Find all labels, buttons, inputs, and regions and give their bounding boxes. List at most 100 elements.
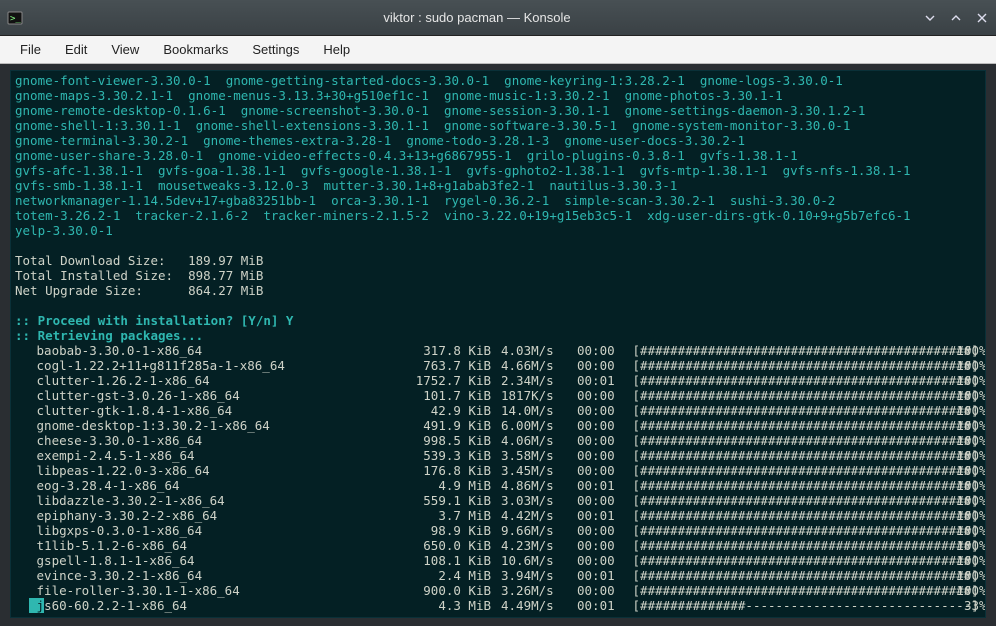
menu-file[interactable]: File (10, 38, 51, 61)
download-speed: 2.34M/s (491, 373, 577, 388)
terminal-output[interactable]: gnome-font-viewer-3.30.0-1 gnome-getting… (10, 70, 986, 618)
minimize-button[interactable] (922, 10, 938, 26)
download-time: 00:00 (577, 343, 625, 358)
menu-edit[interactable]: Edit (55, 38, 97, 61)
download-name: cheese-3.30.0-1-x86_64 (15, 433, 395, 448)
download-size: 3.7 MiB (395, 508, 491, 523)
download-progress-bar: [#######################################… (633, 463, 947, 478)
download-speed: 4.23M/s (491, 538, 577, 553)
download-time: 00:01 (577, 478, 625, 493)
package-list-line: gnome-maps-3.30.2.1-1 gnome-menus-3.13.3… (11, 88, 985, 103)
total-installed: Total Installed Size: 898.77 MiB (11, 268, 985, 283)
download-speed: 3.58M/s (491, 448, 577, 463)
window-title: viktor : sudo pacman — Konsole (32, 10, 922, 25)
download-percent: 100% (947, 448, 986, 463)
download-time: 00:00 (577, 523, 625, 538)
download-percent: 100% (947, 343, 986, 358)
package-list-line: gnome-font-viewer-3.30.0-1 gnome-getting… (11, 73, 985, 88)
download-name: evince-3.30.2-1-x86_64 (15, 568, 395, 583)
download-size: 176.8 KiB (395, 463, 491, 478)
menu-help[interactable]: Help (313, 38, 360, 61)
download-size: 491.9 KiB (395, 418, 491, 433)
download-row: gspell-1.8.1-1-x86_64108.1 KiB10.6M/s00:… (11, 553, 985, 568)
download-time: 00:00 (577, 583, 625, 598)
package-list-line: gvfs-smb-1.38.1-1 mousetweaks-3.12.0-3 m… (11, 178, 985, 193)
download-time: 00:00 (577, 403, 625, 418)
download-size: 900.0 KiB (395, 583, 491, 598)
download-percent: 100% (947, 388, 986, 403)
download-size: 763.7 KiB (395, 358, 491, 373)
download-time: 00:00 (577, 358, 625, 373)
download-name: libdazzle-3.30.2-1-x86_64 (15, 493, 395, 508)
menu-settings[interactable]: Settings (242, 38, 309, 61)
download-speed: 3.26M/s (491, 583, 577, 598)
download-row: file-roller-3.30.1-1-x86_64900.0 KiB3.26… (11, 583, 985, 598)
download-row: cogl-1.22.2+11+g811f285a-1-x86_64763.7 K… (11, 358, 985, 373)
terminal-app-icon: >_ (6, 9, 24, 27)
download-name: exempi-2.4.5-1-x86_64 (15, 448, 395, 463)
download-progress-bar: [#######################################… (633, 553, 947, 568)
download-progress-bar: [#######################################… (633, 388, 947, 403)
download-row: clutter-gst-3.0.26-1-x86_64101.7 KiB1817… (11, 388, 985, 403)
download-percent: 100% (947, 493, 986, 508)
download-progress-bar: [#######################################… (633, 448, 947, 463)
download-percent: 100% (947, 433, 986, 448)
maximize-button[interactable] (948, 10, 964, 26)
download-speed: 14.0M/s (491, 403, 577, 418)
download-size: 317.8 KiB (395, 343, 491, 358)
download-speed: 9.66M/s (491, 523, 577, 538)
download-progress-bar: [#######################################… (633, 568, 947, 583)
download-size: 998.5 KiB (395, 433, 491, 448)
download-row: t1lib-5.1.2-6-x86_64650.0 KiB4.23M/s00:0… (11, 538, 985, 553)
download-name: epiphany-3.30.2-2-x86_64 (15, 508, 395, 523)
download-speed: 3.94M/s (491, 568, 577, 583)
download-speed: 3.03M/s (491, 493, 577, 508)
download-speed: 1817K/s (491, 388, 577, 403)
download-row: baobab-3.30.0-1-x86_64317.8 KiB4.03M/s00… (11, 343, 985, 358)
menu-bookmarks[interactable]: Bookmarks (153, 38, 238, 61)
download-progress-bar: [#######################################… (633, 358, 947, 373)
menubar: File Edit View Bookmarks Settings Help (0, 36, 996, 64)
download-row: libgxps-0.3.0-1-x86_6498.9 KiB9.66M/s00:… (11, 523, 985, 538)
package-list-line: networkmanager-1.14.5dev+17+gba83251bb-1… (11, 193, 985, 208)
download-time: 00:00 (577, 418, 625, 433)
download-row: clutter-gtk-1.8.4-1-x86_6442.9 KiB14.0M/… (11, 403, 985, 418)
download-speed: 4.86M/s (491, 478, 577, 493)
download-time: 00:01 (577, 598, 625, 613)
download-time: 00:00 (577, 388, 625, 403)
download-size: 2.4 MiB (395, 568, 491, 583)
titlebar: >_ viktor : sudo pacman — Konsole (0, 0, 996, 36)
download-speed: 4.06M/s (491, 433, 577, 448)
download-size: 1752.7 KiB (395, 373, 491, 388)
close-button[interactable] (974, 10, 990, 26)
download-speed: 10.6M/s (491, 553, 577, 568)
download-progress-bar: [#######################################… (633, 373, 947, 388)
download-row: libpeas-1.22.0-3-x86_64176.8 KiB3.45M/s0… (11, 463, 985, 478)
package-list-line: gnome-user-share-3.28.0-1 gnome-video-ef… (11, 148, 985, 163)
download-percent: 100% (947, 418, 986, 433)
download-speed: 4.49M/s (491, 598, 577, 613)
download-speed: 4.03M/s (491, 343, 577, 358)
menu-view[interactable]: View (101, 38, 149, 61)
download-progress-bar: [#######################################… (633, 523, 947, 538)
download-time: 00:00 (577, 448, 625, 463)
download-progress-bar: [#######################################… (633, 583, 947, 598)
download-name: clutter-1.26.2-1-x86_64 (15, 373, 395, 388)
total-download: Total Download Size: 189.97 MiB (11, 253, 985, 268)
download-progress-bar: [#######################################… (633, 403, 947, 418)
download-size: 559.1 KiB (395, 493, 491, 508)
download-progress-bar: [#######################################… (633, 478, 947, 493)
download-progress-bar: [#######################################… (633, 508, 947, 523)
download-name: t1lib-5.1.2-6-x86_64 (15, 538, 395, 553)
download-size: 650.0 KiB (395, 538, 491, 553)
download-percent: 100% (947, 373, 986, 388)
package-list-line: gnome-shell-1:3.30.1-1 gnome-shell-exten… (11, 118, 985, 133)
download-row: exempi-2.4.5-1-x86_64539.3 KiB3.58M/s00:… (11, 448, 985, 463)
download-row: cheese-3.30.0-1-x86_64998.5 KiB4.06M/s00… (11, 433, 985, 448)
download-name: file-roller-3.30.1-1-x86_64 (15, 583, 395, 598)
package-list-line: gnome-remote-desktop-0.1.6-1 gnome-scree… (11, 103, 985, 118)
proceed-prompt: :: Proceed with installation? [Y/n] Y (11, 313, 985, 328)
blank-line (11, 238, 985, 253)
download-name: clutter-gtk-1.8.4-1-x86_64 (15, 403, 395, 418)
download-name: clutter-gst-3.0.26-1-x86_64 (15, 388, 395, 403)
